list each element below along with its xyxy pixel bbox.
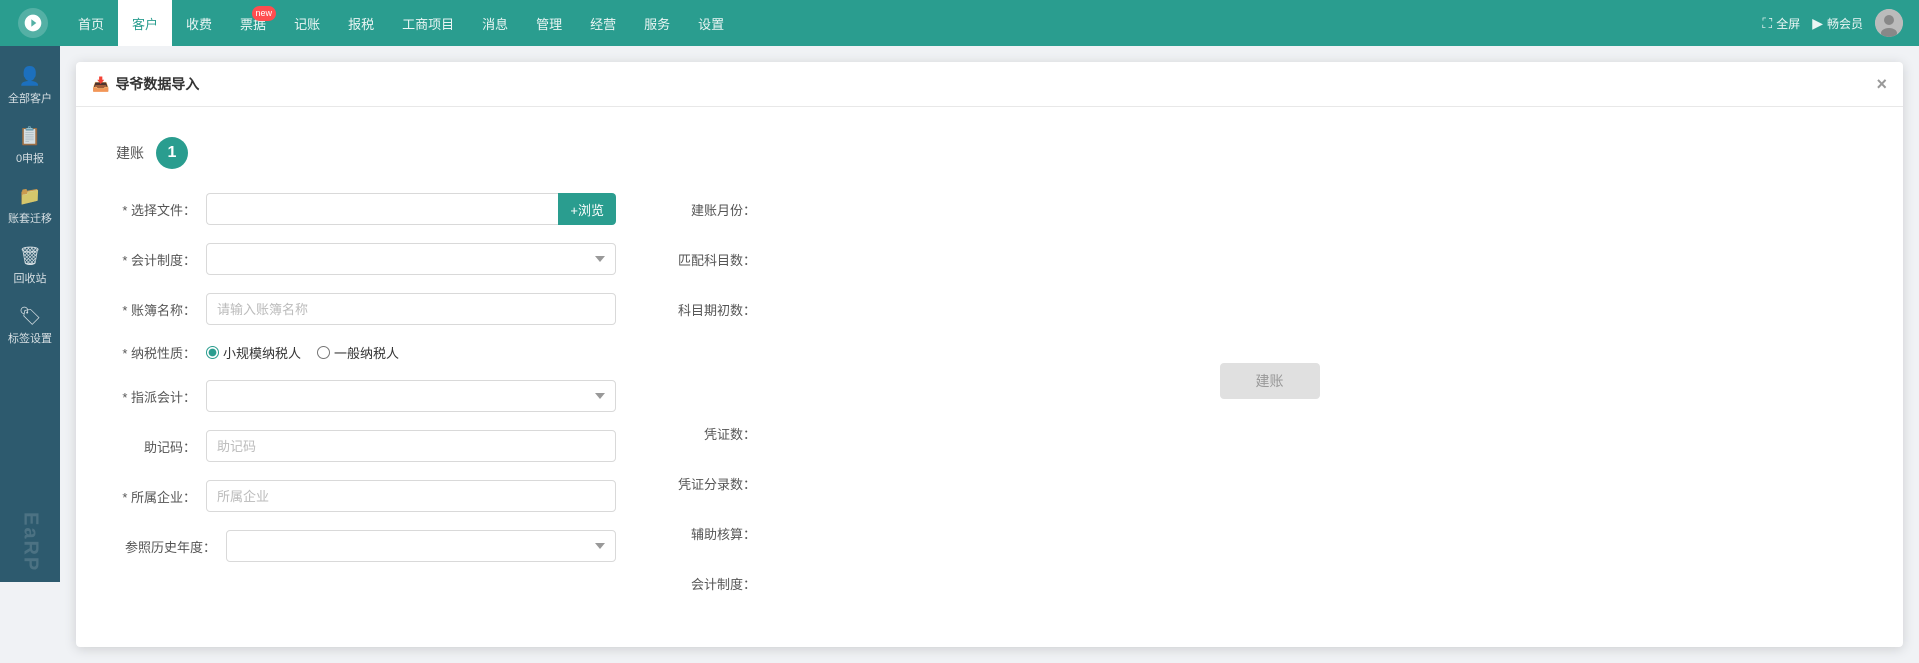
nav-item-operation[interactable]: 经营 [576,0,630,46]
sidebar-item-zero-report[interactable]: 📋 0申报 [0,116,60,176]
dialog: 📥 导爷数据导入 × 建账 1 * 选择文件： +浏览 [76,62,1903,647]
customers-icon: 👤 [19,66,41,87]
voucher-row: 凭证数： [676,417,1863,449]
fullscreen-icon: ⛶ [1762,15,1772,32]
tax-radio-group: 小规模纳税人 一般纳税人 [206,343,616,362]
nav-item-fee[interactable]: 收费 [172,0,226,46]
file-selection-row: * 选择文件： +浏览 [116,193,616,225]
initial-value [766,293,1863,325]
nav-items: 首页 客户 收费 票据 new 记账 报税 工商项目 消息 管理 经营 服务 设… [64,0,1762,46]
step-label: 建账 [116,143,144,163]
nav-item-invoice[interactable]: 票据 new [226,0,280,46]
nav-item-manage[interactable]: 管理 [522,0,576,46]
accountant-select[interactable] [206,380,616,412]
company-row: * 所属企业： [116,480,616,512]
voucher-label: 凭证数： [676,424,766,443]
month-value [766,193,1863,225]
tags-icon: 🏷 [19,306,42,327]
tax-type-row: * 纳税性质： 小规模纳税人 一般纳税人 [116,343,616,362]
dialog-header: 📥 导爷数据导入 × [76,62,1903,107]
new-badge: new [252,6,277,21]
build-btn-container: 建账 [676,343,1863,399]
accountant-row: * 指派会计： [116,380,616,412]
close-button[interactable]: × [1876,75,1887,93]
ledger-name-row: * 账簿名称： [116,293,616,325]
main-content: 📥 导爷数据导入 × 建账 1 * 选择文件： +浏览 [60,46,1919,663]
zero-report-icon: 📋 [19,126,41,147]
history-select[interactable] [226,530,616,562]
fullscreen-button[interactable]: ⛶ 全屏 [1762,15,1800,32]
match-label: 匹配科目数： [676,250,766,269]
accounting-system-row: 会计制度： [676,567,1863,599]
nav-item-settings[interactable]: 设置 [684,0,738,46]
memo-row: 助记码： [116,430,616,462]
vip-button[interactable]: ▶ 畅会员 [1812,15,1863,32]
step-header: 建账 1 [116,137,616,169]
top-navigation: 首页 客户 收费 票据 new 记账 报税 工商项目 消息 管理 经营 服务 设… [0,0,1919,46]
company-label: * 所属企业： [116,487,206,506]
logo[interactable] [10,0,56,46]
vip-icon: ▶ [1812,15,1823,32]
ledger-label: * 账簿名称： [116,300,206,319]
aux-label: 辅助核算： [676,524,766,543]
earp-label: EaRP [19,512,42,582]
nav-item-home[interactable]: 首页 [64,0,118,46]
user-avatar[interactable] [1875,9,1903,37]
sidebar-item-migrate[interactable]: 📁 账套迁移 [0,176,60,236]
nav-item-service[interactable]: 服务 [630,0,684,46]
ledger-input[interactable] [206,293,616,325]
tax-small-option[interactable]: 小规模纳税人 [206,343,301,362]
dialog-body: 建账 1 * 选择文件： +浏览 * 会计制度： [76,107,1903,647]
history-year-row: 参照历史年度： [116,530,616,562]
history-label: 参照历史年度： [116,537,226,556]
info-section: 建账月份： 匹配科目数： 科目期初数： 建账 凭证数： [616,137,1863,617]
voucher-entries-row: 凭证分录数： [676,467,1863,499]
file-input-group: +浏览 [206,193,616,225]
step-circle: 1 [156,137,188,169]
memo-label: 助记码： [116,437,206,456]
accounting-select[interactable] [206,243,616,275]
file-label: * 选择文件： [116,200,206,219]
accountant-label: * 指派会计： [116,387,206,406]
nav-item-bookkeeping[interactable]: 记账 [280,0,334,46]
aux-row: 辅助核算： [676,517,1863,549]
match-row: 匹配科目数： [676,243,1863,275]
initial-row: 科目期初数： [676,293,1863,325]
voucher-entries-value [766,467,1863,499]
initial-label: 科目期初数： [676,300,766,319]
nav-item-customer[interactable]: 客户 [118,0,172,46]
import-icon: 📥 [92,76,109,93]
tax-general-option[interactable]: 一般纳税人 [317,343,399,362]
voucher-value [766,417,1863,449]
dialog-header-left: 📥 导爷数据导入 [92,74,199,94]
logo-icon [18,8,48,38]
nav-item-tax[interactable]: 报税 [334,0,388,46]
month-label: 建账月份： [676,200,766,219]
month-row: 建账月份： [676,193,1863,225]
aux-value [766,517,1863,549]
build-button[interactable]: 建账 [1220,363,1320,399]
voucher-entries-label: 凭证分录数： [676,474,766,493]
tax-label: * 纳税性质： [116,343,206,362]
migrate-icon: 📁 [19,186,41,207]
match-value [766,243,1863,275]
memo-input[interactable] [206,430,616,462]
trash-icon: 🗑 [19,246,42,267]
accounting-system-value [766,567,1863,599]
accounting-label: * 会计制度： [116,250,206,269]
accounting-system-label: 会计制度： [676,574,766,593]
nav-right: ⛶ 全屏 ▶ 畅会员 [1762,9,1919,37]
accounting-system-row: * 会计制度： [116,243,616,275]
sidebar-item-all-customers[interactable]: 👤 全部客户 [0,56,60,116]
sidebar-item-trash[interactable]: 🗑 回收站 [0,236,60,296]
nav-item-business[interactable]: 工商项目 [388,0,468,46]
sidebar-item-tags[interactable]: 🏷 标签设置 [0,296,60,356]
dialog-title: 导爷数据导入 [115,74,199,94]
form-section: 建账 1 * 选择文件： +浏览 * 会计制度： [116,137,616,617]
company-input[interactable] [206,480,616,512]
browse-button[interactable]: +浏览 [558,193,616,225]
file-input[interactable] [206,193,558,225]
sidebar: 👤 全部客户 📋 0申报 📁 账套迁移 🗑 回收站 🏷 标签设置 EaRP [0,46,60,582]
nav-item-message[interactable]: 消息 [468,0,522,46]
